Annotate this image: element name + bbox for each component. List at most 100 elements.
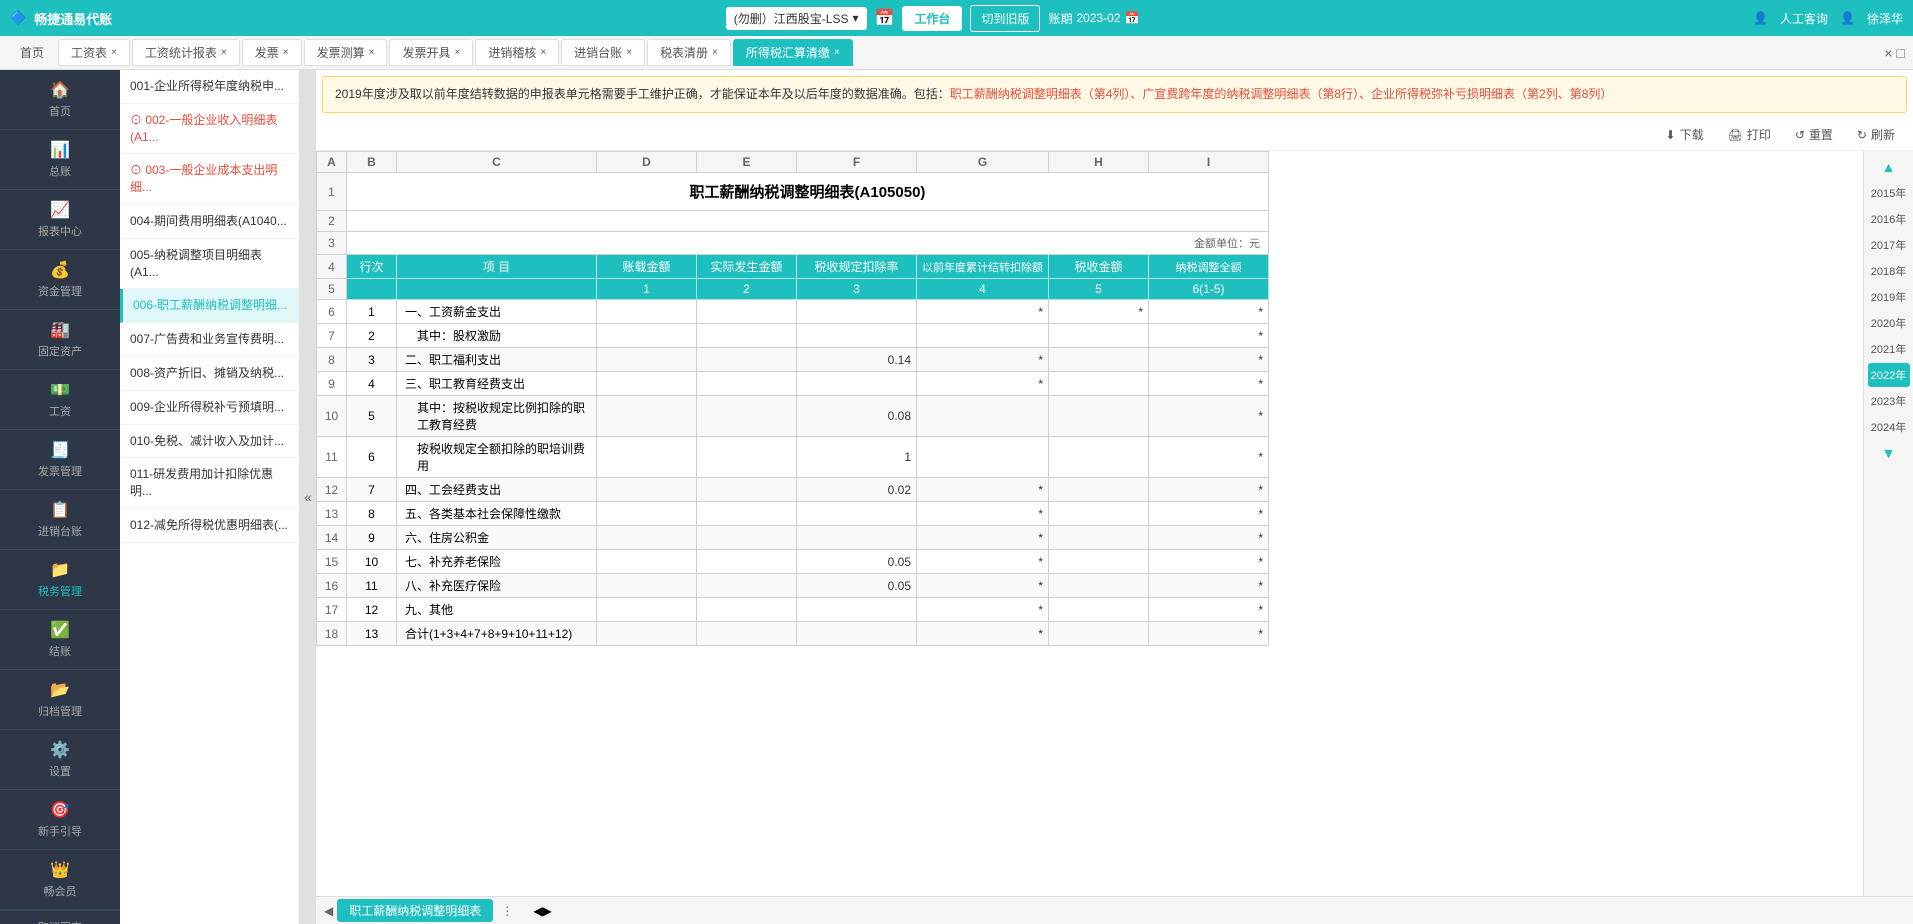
tab-sales-check[interactable]: 进销稽核 ×	[475, 39, 559, 66]
row7-E[interactable]	[697, 324, 797, 348]
year-2022[interactable]: 2022年	[1868, 363, 1910, 387]
tab-invoice-calc-close[interactable]: ×	[369, 47, 375, 58]
row18-E[interactable]	[697, 622, 797, 646]
sub-nav-item-008[interactable]: 008-资产折旧、摊销及纳税...	[120, 357, 299, 391]
dots-icon[interactable]: ⋮	[501, 904, 513, 918]
tab-invoice-calc[interactable]: 发票测算 ×	[304, 39, 388, 66]
row13-E[interactable]	[697, 502, 797, 526]
sub-nav-item-004[interactable]: 004-期间费用明细表(A1040...	[120, 205, 299, 239]
row12-D[interactable]	[597, 478, 697, 502]
tab-sales-ledger-close[interactable]: ×	[626, 47, 632, 58]
reset-button[interactable]: ↺ 重置	[1789, 123, 1839, 146]
sidebar-item-tax[interactable]: 📁 税务管理	[0, 550, 120, 610]
year-2023[interactable]: 2023年	[1868, 389, 1910, 413]
tab-payroll[interactable]: 工资表 ×	[58, 39, 130, 66]
sidebar-item-archive[interactable]: 📂 归档管理	[0, 670, 120, 730]
sidebar-item-settings[interactable]: ⚙️ 设置	[0, 730, 120, 790]
tab-invoice-open-close[interactable]: ×	[454, 47, 460, 58]
sidebar-item-assets[interactable]: 🏭 固定资产	[0, 310, 120, 370]
year-2021[interactable]: 2021年	[1868, 337, 1910, 361]
user-label[interactable]: 徐泽华	[1867, 10, 1903, 27]
tab-payroll-stats[interactable]: 工资统计报表 ×	[132, 39, 240, 66]
sub-nav-item-007[interactable]: 007-广告费和业务宣传费明...	[120, 323, 299, 357]
sidebar-item-salary[interactable]: 💵 工资	[0, 370, 120, 430]
row12-E[interactable]	[697, 478, 797, 502]
row16-D[interactable]	[597, 574, 697, 598]
sub-nav-item-009[interactable]: 009-企业所得税补亏预填明...	[120, 391, 299, 425]
row16-E[interactable]	[697, 574, 797, 598]
download-button[interactable]: ⬇ 下载	[1660, 123, 1710, 146]
year-2019[interactable]: 2019年	[1868, 285, 1910, 309]
row8-D[interactable]	[597, 348, 697, 372]
year-2017[interactable]: 2017年	[1868, 233, 1910, 257]
scroll-left-icon[interactable]: ◀	[324, 904, 333, 918]
sub-nav-item-002[interactable]: ⊙ 002-一般企业收入明细表(A1...	[120, 104, 299, 155]
tab-income-tax-close[interactable]: ×	[834, 47, 840, 58]
support-label[interactable]: 人工客询	[1780, 10, 1828, 27]
scroll-bar-right[interactable]: ▶	[542, 904, 551, 918]
sidebar-item-reports[interactable]: 📈 报表中心	[0, 190, 120, 250]
year-nav-up[interactable]: ▲	[1878, 155, 1900, 179]
row11-E[interactable]	[697, 437, 797, 478]
tab-sales-ledger[interactable]: 进销台账 ×	[561, 39, 645, 66]
sub-nav-item-010[interactable]: 010-免税、减计收入及加计...	[120, 425, 299, 459]
row15-E[interactable]	[697, 550, 797, 574]
row13-D[interactable]	[597, 502, 697, 526]
sub-nav-item-003[interactable]: ⊙ 003-一般企业成本支出明细...	[120, 154, 299, 205]
tab-home[interactable]: 首页	[8, 40, 56, 65]
tab-income-tax[interactable]: 所得税汇算清缴 ×	[733, 39, 853, 66]
tab-invoice-open[interactable]: 发票开具 ×	[389, 39, 473, 66]
tab-payroll-close[interactable]: ×	[111, 47, 117, 58]
year-2015[interactable]: 2015年	[1868, 181, 1910, 205]
tab-invoice[interactable]: 发票 ×	[242, 39, 302, 66]
tab-sales-check-close[interactable]: ×	[540, 47, 546, 58]
sidebar-item-funds[interactable]: 💰 资金管理	[0, 250, 120, 310]
sidebar-item-member[interactable]: 👑 畅会员	[0, 850, 120, 910]
row6-E[interactable]	[697, 300, 797, 324]
bottom-tab-active[interactable]: 职工薪酬纳税调整明细表	[337, 899, 493, 922]
row10-E[interactable]	[697, 396, 797, 437]
tab-invoice-close[interactable]: ×	[283, 47, 289, 58]
tab-tax-book-close[interactable]: ×	[712, 47, 718, 58]
row10-D[interactable]	[597, 396, 697, 437]
switch-old-button[interactable]: 切到旧版	[970, 5, 1040, 32]
row14-E[interactable]	[697, 526, 797, 550]
sub-nav-item-006[interactable]: 006-职工薪酬纳税调整明细...	[120, 289, 299, 323]
sidebar-item-home[interactable]: 🏠 首页	[0, 70, 120, 130]
year-2018[interactable]: 2018年	[1868, 259, 1910, 283]
table-container[interactable]: A B C D E F G H I	[316, 151, 1863, 896]
row17-E[interactable]	[697, 598, 797, 622]
sidebar-item-invoice-mgmt[interactable]: 🧾 发票管理	[0, 430, 120, 490]
sidebar-item-closing[interactable]: ✅ 结账	[0, 610, 120, 670]
tab-tax-book[interactable]: 税表清册 ×	[647, 39, 731, 66]
sub-nav-item-005[interactable]: 005-纳税调整项目明细表(A1...	[120, 239, 299, 290]
row15-D[interactable]	[597, 550, 697, 574]
company-selector[interactable]: (勿删）江西股宝-LSS ▾	[726, 7, 867, 30]
year-2020[interactable]: 2020年	[1868, 311, 1910, 335]
print-button[interactable]: 🖨 打印	[1722, 123, 1777, 146]
row11-D[interactable]	[597, 437, 697, 478]
maximize-icon[interactable]: □	[1897, 45, 1905, 61]
close-icon[interactable]: ×	[1884, 45, 1892, 61]
sub-nav-item-001[interactable]: 001-企业所得税年度纳税申...	[120, 70, 299, 104]
sub-nav-item-011[interactable]: 011-研发费用加计扣除优惠明...	[120, 458, 299, 509]
row7-D[interactable]	[597, 324, 697, 348]
row17-D[interactable]	[597, 598, 697, 622]
year-2016[interactable]: 2016年	[1868, 207, 1910, 231]
row9-E[interactable]	[697, 372, 797, 396]
year-nav-down[interactable]: ▼	[1878, 441, 1900, 465]
cancel-pin-button[interactable]: 取消固定	[0, 910, 120, 924]
workspace-button[interactable]: 工作台	[902, 6, 962, 31]
collapse-subnav-button[interactable]: «	[300, 70, 316, 924]
row9-D[interactable]	[597, 372, 697, 396]
tab-payroll-stats-close[interactable]: ×	[221, 47, 227, 58]
sidebar-item-ledger[interactable]: 📊 总账	[0, 130, 120, 190]
row6-D[interactable]	[597, 300, 697, 324]
row8-E[interactable]	[697, 348, 797, 372]
row14-D[interactable]	[597, 526, 697, 550]
scroll-bar-left[interactable]: ◀	[533, 904, 542, 918]
sub-nav-item-012[interactable]: 012-减免所得税优惠明细表(...	[120, 509, 299, 543]
sidebar-item-guide[interactable]: 🎯 新手引导	[0, 790, 120, 850]
year-2024[interactable]: 2024年	[1868, 415, 1910, 439]
row18-D[interactable]	[597, 622, 697, 646]
